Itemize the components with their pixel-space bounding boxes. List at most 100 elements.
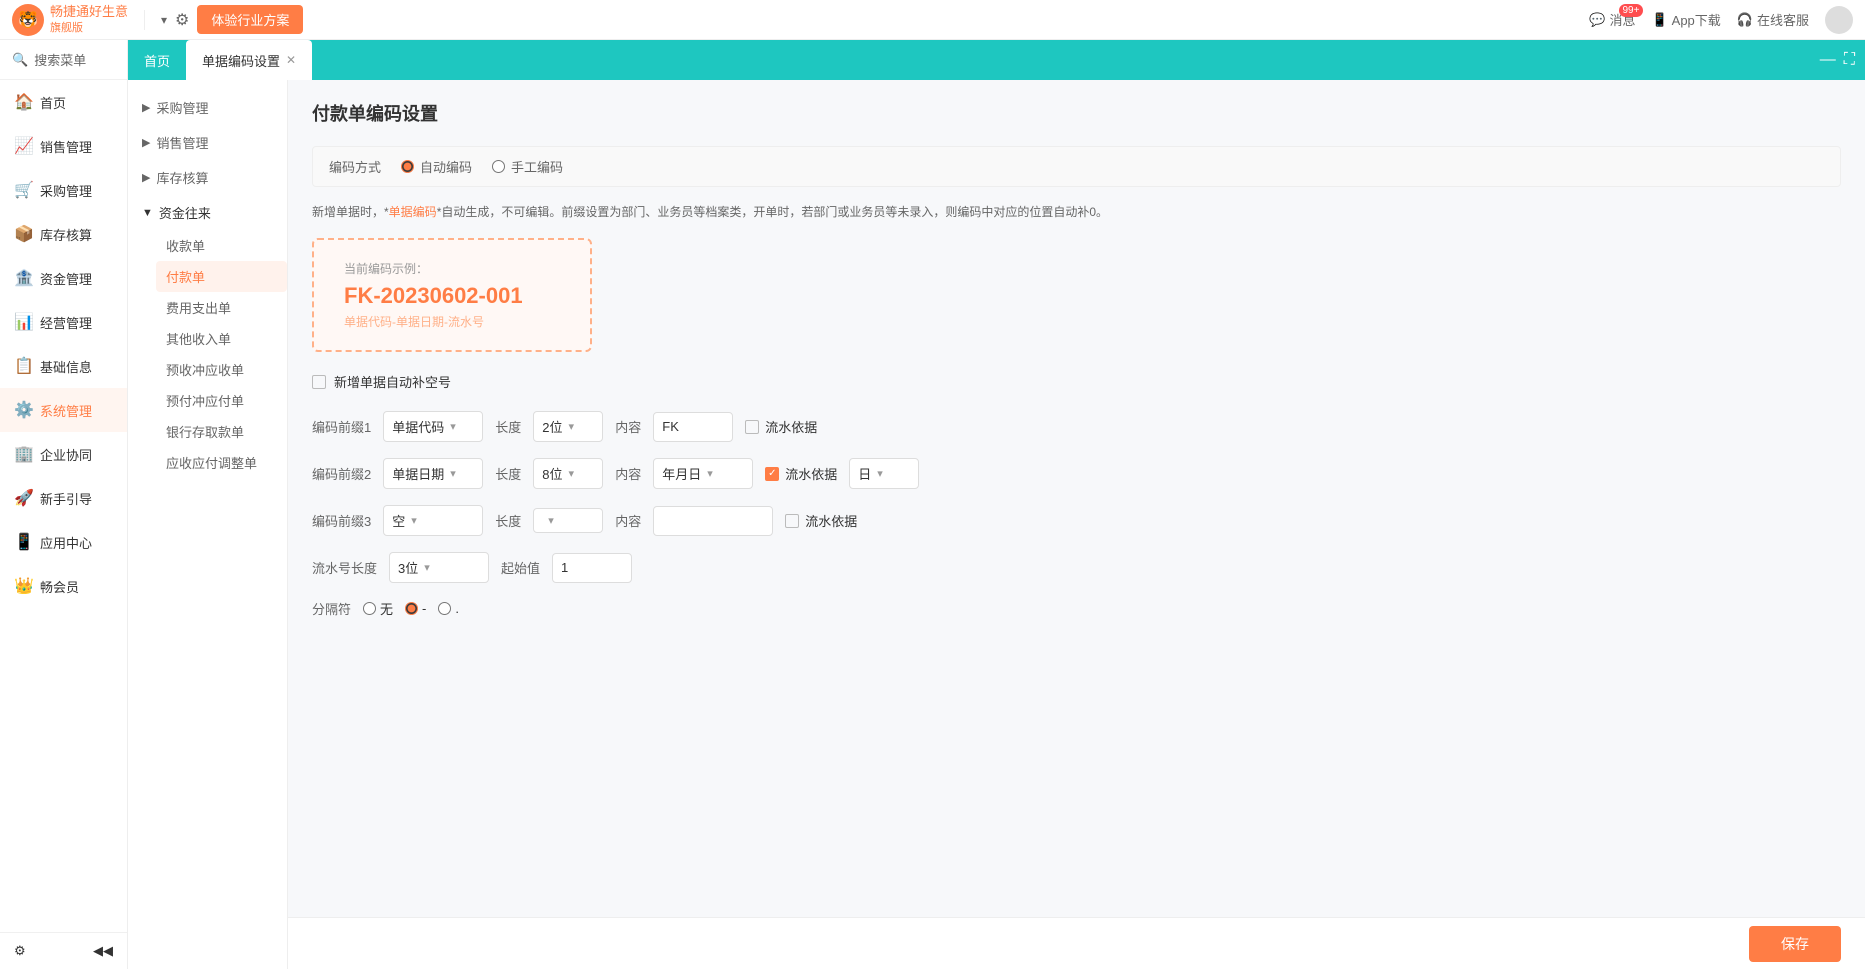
avatar[interactable] [1825, 6, 1853, 34]
length3-select[interactable]: ▾ [533, 508, 603, 533]
sidebar-item-purchase-label: 采购管理 [40, 181, 92, 200]
prefix2-select[interactable]: 单据日期 ▾ [383, 458, 483, 489]
serial1-checkbox[interactable] [745, 420, 759, 434]
content2-label: 内容 [615, 464, 641, 483]
start-value-input[interactable] [552, 553, 632, 583]
sep-none-option[interactable]: 无 [363, 599, 393, 618]
sidebar-item-inventory[interactable]: 📦 库存核算 [0, 212, 127, 256]
prefix2-row: 编码前缀2 单据日期 ▾ 长度 8位 ▾ 内容 年月日 [312, 458, 1841, 489]
serial2-label: 流水依据 [785, 464, 837, 483]
nav-item-yingshouyingfu[interactable]: 应收应付调整单 [156, 447, 287, 478]
logo-text-block: 畅捷通好生意 旗舰版 [50, 4, 128, 36]
nav-item-shoukuan[interactable]: 收款单 [156, 230, 287, 261]
sidebar-item-enterprise[interactable]: 🏢 企业协同 [0, 432, 127, 476]
prefix1-label: 编码前缀1 [312, 417, 371, 436]
separator-label: 分隔符 [312, 599, 351, 618]
inner-layout: ▶ 采购管理 ▶ 销售管理 ▶ 库存核算 ▼ 资金往来 [128, 80, 1865, 969]
length2-label: 长度 [495, 464, 521, 483]
serial2-period-chevron-icon: ▾ [877, 467, 883, 480]
nav-group-sales[interactable]: ▶ 销售管理 [128, 125, 287, 160]
home-icon: 🏠 [14, 92, 32, 112]
service-label: 在线客服 [1757, 10, 1809, 29]
content1-input[interactable] [653, 412, 733, 442]
tab-maximize-icon[interactable]: ⛶ [1844, 51, 1855, 69]
sidebar-item-home[interactable]: 🏠 首页 [0, 80, 127, 124]
serial3-label: 流水依据 [805, 511, 857, 530]
serial3-checkbox[interactable] [785, 514, 799, 528]
sidebar-item-operations[interactable]: 📊 经营管理 [0, 300, 127, 344]
nav-item-fukuan[interactable]: 付款单 [156, 261, 287, 292]
page-title: 付款单编码设置 [312, 100, 1841, 126]
nav-group-inventory[interactable]: ▶ 库存核算 [128, 160, 287, 195]
message-item[interactable]: 💬 消息 99+ [1589, 10, 1635, 29]
prefix3-select[interactable]: 空 ▾ [383, 505, 483, 536]
serial3-checkbox-row[interactable]: 流水依据 [785, 511, 857, 530]
length1-select[interactable]: 2位 ▾ [533, 411, 603, 442]
sidebar-item-basic[interactable]: 📋 基础信息 [0, 344, 127, 388]
trial-button[interactable]: 体验行业方案 [197, 5, 303, 34]
service-item[interactable]: 🎧 在线客服 [1737, 10, 1809, 29]
save-button[interactable]: 保存 [1749, 926, 1841, 962]
sep-dot-label: . [455, 601, 459, 616]
sidebar-item-home-label: 首页 [40, 93, 66, 112]
manual-encoding-option[interactable]: 手工编码 [492, 157, 563, 176]
app-download-item[interactable]: 📱 App下载 [1651, 10, 1720, 29]
nav-item-feiyong[interactable]: 费用支出单 [156, 292, 287, 323]
member-icon: 👑 [14, 576, 32, 596]
nav-dropdown[interactable]: ▾ [161, 13, 167, 27]
settings-bottom-icon[interactable]: ⚙ [14, 943, 26, 959]
auto-encoding-option[interactable]: 自动编码 [401, 157, 472, 176]
search-icon: 🔍 [12, 52, 28, 68]
nav-item-yufuzhifu[interactable]: 预付冲应付单 [156, 385, 287, 416]
length2-value: 8位 [542, 464, 562, 483]
sidebar-search[interactable]: 🔍 搜索菜单 [0, 40, 127, 80]
sidebar-item-sales[interactable]: 📈 销售管理 [0, 124, 127, 168]
nav-group-sales-label: 销售管理 [156, 133, 208, 152]
prefix2-value: 单据日期 [392, 464, 444, 483]
sidebar-item-system[interactable]: ⚙️ 系统管理 [0, 388, 127, 432]
auto-encoding-radio[interactable] [401, 160, 414, 173]
tab-home[interactable]: 首页 [128, 40, 186, 80]
nav-group-purchase[interactable]: ▶ 采购管理 [128, 90, 287, 125]
sidebar-item-finance[interactable]: 🏦 资金管理 [0, 256, 127, 300]
nav-item-yinhang[interactable]: 银行存取款单 [156, 416, 287, 447]
sidebar-item-appcenter[interactable]: 📱 应用中心 [0, 520, 127, 564]
tab-close-icon[interactable]: ✕ [286, 53, 296, 67]
prefix3-row: 编码前缀3 空 ▾ 长度 ▾ 内容 [312, 505, 1841, 536]
tab-encoding-label: 单据编码设置 [202, 51, 280, 70]
tab-bar-right: — ⛶ [1820, 51, 1865, 69]
serial2-period-select[interactable]: 日 ▾ [849, 458, 919, 489]
auto-fill-checkbox[interactable] [312, 375, 326, 389]
serial1-checkbox-row[interactable]: 流水依据 [745, 417, 817, 436]
settings-gear-icon[interactable]: ⚙ [175, 10, 189, 30]
collapse-icon[interactable]: ◀◀ [93, 943, 113, 959]
form-area: 付款单编码设置 编码方式 自动编码 手工编码 [288, 80, 1865, 969]
manual-encoding-radio[interactable] [492, 160, 505, 173]
prefix2-chevron-icon: ▾ [450, 467, 456, 480]
content3-input[interactable] [653, 506, 773, 536]
tab-encoding[interactable]: 单据编码设置 ✕ [186, 40, 312, 80]
sidebar-item-newguide-label: 新手引导 [40, 489, 92, 508]
sidebar-item-purchase[interactable]: 🛒 采购管理 [0, 168, 127, 212]
sep-dot-option[interactable]: . [438, 601, 459, 616]
tab-minimize-icon[interactable]: — [1820, 51, 1836, 69]
prefix1-select[interactable]: 单据代码 ▾ [383, 411, 483, 442]
nav-item-qitashouru[interactable]: 其他收入单 [156, 323, 287, 354]
content2-select[interactable]: 年月日 ▾ [653, 458, 753, 489]
sidebar-item-member[interactable]: 👑 畅会员 [0, 564, 127, 608]
serial2-period-value: 日 [858, 464, 871, 483]
serial2-checkbox-row[interactable]: ✓ 流水依据 [765, 464, 837, 483]
nav-group-capital[interactable]: ▼ 资金往来 [128, 195, 287, 230]
content1-label: 内容 [615, 417, 641, 436]
sidebar-item-newguide[interactable]: 🚀 新手引导 [0, 476, 127, 520]
nav-item-yufushoukuan[interactable]: 预收冲应收单 [156, 354, 287, 385]
serial-length-select[interactable]: 3位 ▾ [389, 552, 489, 583]
sep-dash-option[interactable]: - [405, 601, 426, 616]
length2-select[interactable]: 8位 ▾ [533, 458, 603, 489]
manual-encoding-label: 手工编码 [511, 157, 563, 176]
prefix1-chevron-icon: ▾ [450, 420, 456, 433]
sep-none-radio[interactable] [363, 602, 376, 615]
serial2-checkbox[interactable]: ✓ [765, 467, 779, 481]
sep-dot-radio[interactable] [438, 602, 451, 615]
sep-dash-radio[interactable] [405, 602, 418, 615]
